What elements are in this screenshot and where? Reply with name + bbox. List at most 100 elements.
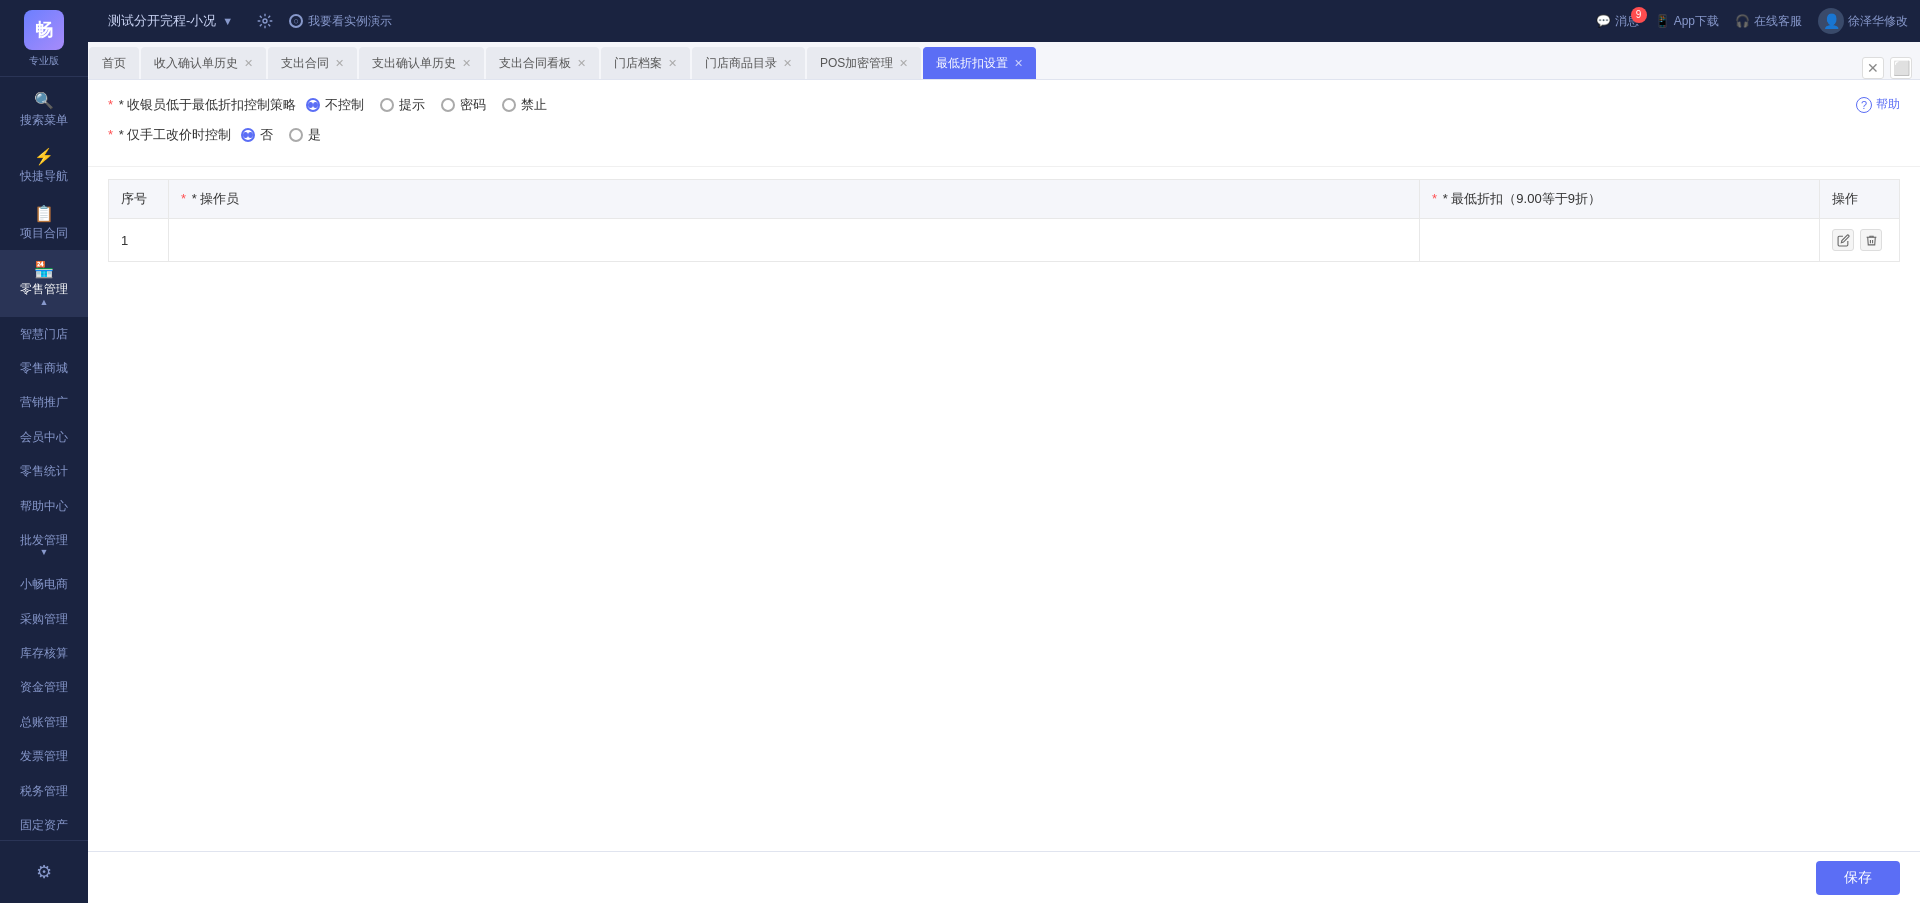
tab-label: 首页 <box>102 55 126 72</box>
messages-button[interactable]: 💬 消息 9 <box>1596 13 1639 30</box>
radio-no[interactable]: 否 <box>241 126 273 144</box>
radio-password-circle <box>441 98 455 112</box>
sidebar-item-label: 税务管理 <box>20 784 68 798</box>
project-selector[interactable]: 测试分开完程-小况 ▼ <box>100 8 241 34</box>
app-download-icon: 📱 <box>1655 14 1670 28</box>
sidebar-item-label: 零售统计 <box>20 464 68 478</box>
cashier-policy-row: * * 收银员低于最低折扣控制策略 不控制 提示 <box>108 96 1900 114</box>
radio-remind[interactable]: 提示 <box>380 96 425 114</box>
top-header: 测试分开完程-小况 ▼ ○ 我要看实例演示 💬 消息 9 📱 App下载 🎧 在… <box>88 0 1920 42</box>
sidebar-item-quick-nav[interactable]: ⚡ 快捷导航 <box>0 137 88 193</box>
tab-payment-contract[interactable]: 支出合同 ✕ <box>268 47 357 79</box>
sidebar-item-retail-stats[interactable]: 零售统计 <box>0 454 88 488</box>
sidebar-item-invoice-management[interactable]: 发票管理 <box>0 739 88 773</box>
sidebar-item-marketing[interactable]: 营销推广 <box>0 385 88 419</box>
radio-yes-circle <box>289 128 303 142</box>
tab-income-confirm[interactable]: 收入确认单历史 ✕ <box>141 47 266 79</box>
sidebar-item-batch-management[interactable]: 批发管理 ▼ <box>0 523 88 567</box>
help-button[interactable]: ? 帮助 <box>1856 96 1900 113</box>
project-contract-icon: 📋 <box>34 204 54 223</box>
tab-close-icon[interactable]: ✕ <box>1014 58 1023 69</box>
main-content: 测试分开完程-小况 ▼ ○ 我要看实例演示 💬 消息 9 📱 App下载 🎧 在… <box>88 0 1920 903</box>
sidebar-item-label: 总账管理 <box>20 715 68 729</box>
sidebar-item-project-contract[interactable]: 📋 项目合同 <box>0 194 88 250</box>
sidebar-item-label: 帮助中心 <box>20 499 68 513</box>
tab-pos-management[interactable]: POS加密管理 ✕ <box>807 47 921 79</box>
radio-password-label: 密码 <box>460 96 486 114</box>
radio-remind-label: 提示 <box>399 96 425 114</box>
tab-close-icon[interactable]: ✕ <box>244 58 253 69</box>
settings-icon[interactable]: ⚙ <box>28 853 60 891</box>
radio-yes[interactable]: 是 <box>289 126 321 144</box>
radio-password[interactable]: 密码 <box>441 96 486 114</box>
sidebar-item-retail-management[interactable]: 🏪 零售管理 ▲ <box>0 250 88 316</box>
cell-action <box>1820 219 1900 262</box>
sidebar-item-search-menu[interactable]: 🔍 搜索菜单 <box>0 81 88 137</box>
radio-no-control[interactable]: 不控制 <box>306 96 364 114</box>
header-settings-button[interactable] <box>251 7 279 35</box>
cell-seq: 1 <box>109 219 169 262</box>
demo-label: 我要看实例演示 <box>308 13 392 30</box>
edit-button[interactable] <box>1832 229 1854 251</box>
tab-label: 支出合同 <box>281 55 329 72</box>
chevron-down-icon: ▼ <box>222 15 233 27</box>
sidebar-item-label: 会员中心 <box>20 430 68 444</box>
radio-no-control-circle <box>306 98 320 112</box>
tab-close-icon[interactable]: ✕ <box>783 58 792 69</box>
tab-payment-board[interactable]: 支出合同看板 ✕ <box>486 47 599 79</box>
sidebar-item-ecommerce[interactable]: 小畅电商 <box>0 567 88 601</box>
sidebar-item-account-management[interactable]: 总账管理 <box>0 705 88 739</box>
tab-label: 收入确认单历史 <box>154 55 238 72</box>
online-service-button[interactable]: 🎧 在线客服 <box>1735 13 1802 30</box>
tab-close-icon[interactable]: ✕ <box>899 58 908 69</box>
cell-discount <box>1420 219 1820 262</box>
tab-close-icon[interactable]: ✕ <box>668 58 677 69</box>
sidebar-item-fixed-assets[interactable]: 固定资产 <box>0 808 88 840</box>
sidebar-item-label: 搜索菜单 <box>20 113 68 127</box>
sidebar-item-label: 发票管理 <box>20 749 68 763</box>
tab-close-icon[interactable]: ✕ <box>335 58 344 69</box>
tab-label: 最低折扣设置 <box>936 55 1008 72</box>
radio-forbid[interactable]: 禁止 <box>502 96 547 114</box>
delete-button[interactable] <box>1860 229 1882 251</box>
sidebar-item-label: 项目合同 <box>20 226 68 240</box>
sidebar-item-label: 库存核算 <box>20 646 68 660</box>
help-label: 帮助 <box>1876 96 1900 113</box>
tab-payment-confirm[interactable]: 支出确认单历史 ✕ <box>359 47 484 79</box>
save-button[interactable]: 保存 <box>1816 861 1900 895</box>
user-profile-button[interactable]: 👤 徐泽华修改 <box>1818 8 1908 34</box>
sidebar-item-label: 固定资产 <box>20 818 68 832</box>
tab-close-all-button[interactable]: ✕ <box>1862 57 1884 79</box>
sidebar-item-retail-mall[interactable]: 零售商城 <box>0 351 88 385</box>
tab-label: POS加密管理 <box>820 55 893 72</box>
radio-remind-circle <box>380 98 394 112</box>
tab-close-icon[interactable]: ✕ <box>462 58 471 69</box>
demo-link[interactable]: ○ 我要看实例演示 <box>289 13 392 30</box>
tab-min-discount[interactable]: 最低折扣设置 ✕ <box>923 47 1036 79</box>
sidebar-item-purchase-management[interactable]: 采购管理 <box>0 602 88 636</box>
sidebar-item-inventory-check[interactable]: 库存核算 <box>0 636 88 670</box>
app-download-button[interactable]: 📱 App下载 <box>1655 13 1719 30</box>
tab-label: 支出合同看板 <box>499 55 571 72</box>
sidebar-item-smart-store[interactable]: 智慧门店 <box>0 317 88 351</box>
sidebar-item-label: 智慧门店 <box>20 327 68 341</box>
online-service-label: 在线客服 <box>1754 13 1802 30</box>
expand-arrow-icon: ▼ <box>40 547 49 557</box>
tab-label: 支出确认单历史 <box>372 55 456 72</box>
tab-close-icon[interactable]: ✕ <box>577 58 586 69</box>
sidebar-item-tax-management[interactable]: 税务管理 <box>0 774 88 808</box>
sidebar-item-member-center[interactable]: 会员中心 <box>0 420 88 454</box>
bottom-bar: 保存 <box>88 851 1920 903</box>
tab-store-products[interactable]: 门店商品目录 ✕ <box>692 47 805 79</box>
avatar: 👤 <box>1818 8 1844 34</box>
radio-no-control-label: 不控制 <box>325 96 364 114</box>
demo-dot-icon: ○ <box>289 14 303 28</box>
col-header-seq: 序号 <box>109 180 169 219</box>
tab-expand-button[interactable]: ⬜ <box>1890 57 1912 79</box>
sidebar-item-help-center[interactable]: 帮助中心 <box>0 489 88 523</box>
messages-badge: 9 <box>1631 7 1647 23</box>
sidebar: 畅 专业版 🔍 搜索菜单 ⚡ 快捷导航 📋 项目合同 🏪 零售管理 ▲ 智慧门店… <box>0 0 88 903</box>
tab-home[interactable]: 首页 <box>89 47 139 79</box>
tab-store-profile[interactable]: 门店档案 ✕ <box>601 47 690 79</box>
sidebar-item-fund-management[interactable]: 资金管理 <box>0 670 88 704</box>
